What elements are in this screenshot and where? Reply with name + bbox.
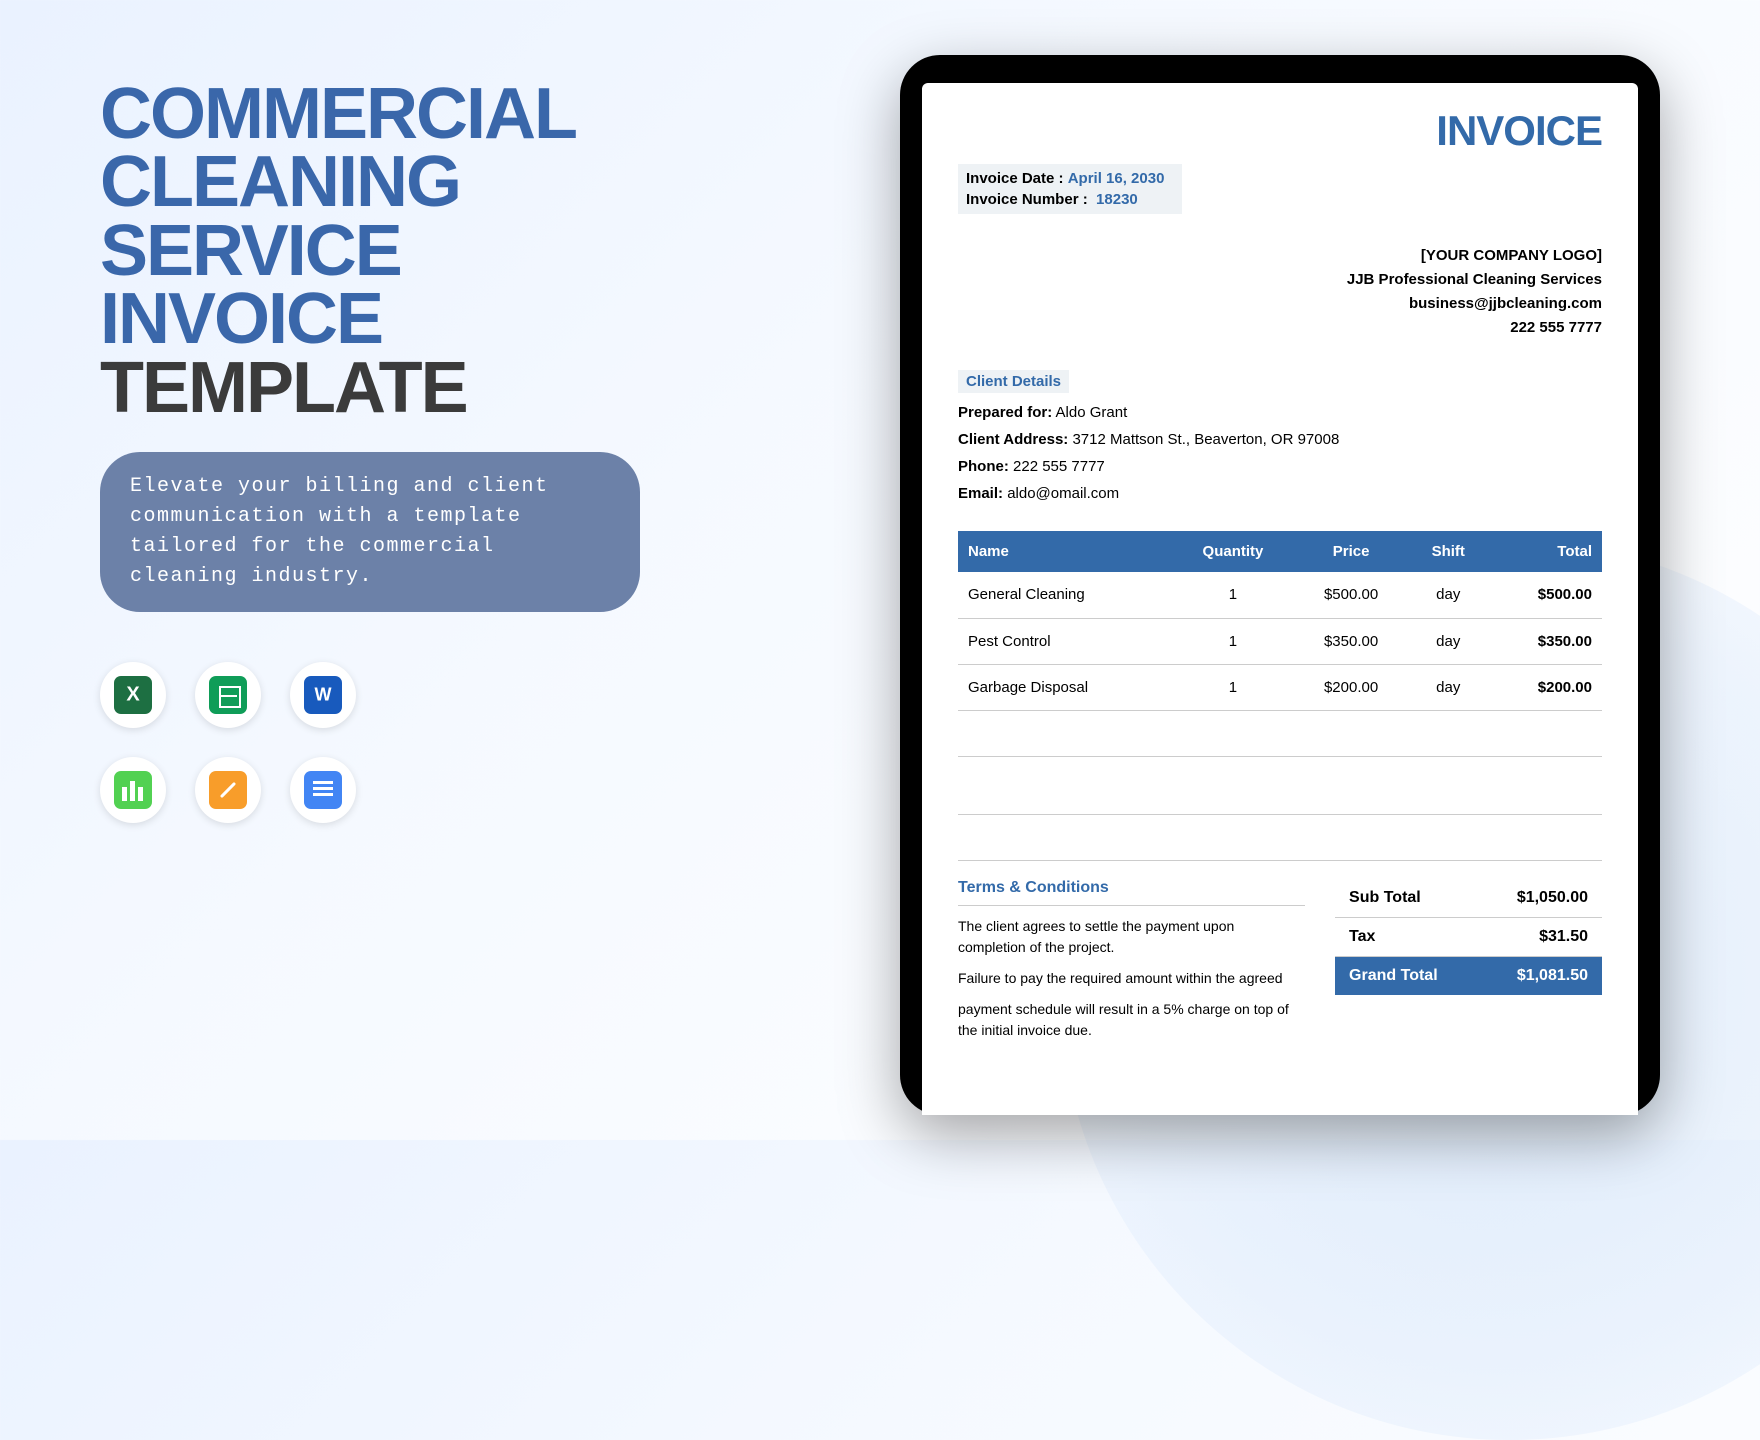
subtotal-label: Sub Total [1349,889,1421,907]
terms-p3: payment schedule will result in a 5% cha… [958,999,1305,1041]
grand-total-value: $1,081.50 [1517,967,1588,985]
format-icons-grid [100,662,640,827]
company-phone: 222 555 7777 [958,316,1602,340]
title-line-1: COMMERCIAL [100,80,640,148]
invoice-heading: INVOICE [1436,107,1602,155]
title-line-2: CLEANING [100,148,640,216]
col-name: Name [958,531,1171,572]
client-details-header: Client Details [958,370,1069,393]
client-email: aldo@omail.com [1007,485,1119,502]
client-name: Aldo Grant [1056,404,1128,421]
company-name: JJB Professional Cleaning Services [958,268,1602,292]
terms-block: Terms & Conditions The client agrees to … [958,879,1305,1041]
sheets-icon [209,676,247,714]
sheets-format[interactable] [195,662,261,728]
invoice-number-label: Invoice Number : [966,191,1088,208]
client-phone-label: Phone: [958,458,1009,475]
client-address: 3712 Mattson St., Beaverton, OR 97008 [1072,431,1339,448]
table-row-empty [958,710,1602,756]
title-line-3: SERVICE [100,217,640,285]
line-items-table: Name Quantity Price Shift Total General … [958,531,1602,861]
pages-format[interactable] [195,757,261,823]
client-email-label: Email: [958,485,1003,502]
terms-header: Terms & Conditions [958,879,1305,906]
table-row: Garbage Disposal 1 $200.00 day $200.00 [958,664,1602,710]
col-price: Price [1295,531,1408,572]
totals-block: Sub Total $1,050.00 Tax $31.50 Grand Tot… [1335,879,1602,1041]
tax-row: Tax $31.50 [1335,918,1602,957]
docs-format[interactable] [290,757,356,823]
subtotal-row: Sub Total $1,050.00 [1335,879,1602,918]
company-email: business@jjbcleaning.com [958,292,1602,316]
excel-format[interactable] [100,662,166,728]
invoice-preview: INVOICE Invoice Date : April 16, 2030 In… [922,83,1638,1115]
word-icon [304,676,342,714]
tagline: Elevate your billing and client communic… [100,452,640,612]
subtotal-value: $1,050.00 [1517,889,1588,907]
table-row: General Cleaning 1 $500.00 day $500.00 [958,572,1602,618]
tax-label: Tax [1349,928,1375,946]
company-block: [YOUR COMPANY LOGO] JJB Professional Cle… [958,244,1602,340]
table-row: Pest Control 1 $350.00 day $350.00 [958,618,1602,664]
grand-total-row: Grand Total $1,081.50 [1335,957,1602,995]
invoice-number-value: 18230 [1096,191,1138,208]
invoice-info-box: Invoice Date : April 16, 2030 Invoice Nu… [958,164,1182,214]
word-format[interactable] [290,662,356,728]
grand-total-label: Grand Total [1349,967,1438,985]
invoice-date-value: April 16, 2030 [1068,170,1165,187]
numbers-format[interactable] [100,757,166,823]
prepared-for-label: Prepared for: [958,404,1052,421]
docs-icon [304,771,342,809]
col-total: Total [1489,531,1602,572]
col-shift: Shift [1408,531,1489,572]
left-panel: COMMERCIAL CLEANING SERVICE INVOICE TEMP… [100,80,640,827]
col-qty: Quantity [1171,531,1294,572]
numbers-icon [114,771,152,809]
pages-icon [209,771,247,809]
table-row-empty [958,814,1602,860]
company-logo-placeholder: [YOUR COMPANY LOGO] [958,244,1602,268]
client-phone: 222 555 7777 [1013,458,1105,475]
terms-p1: The client agrees to settle the payment … [958,916,1305,958]
title-line-5: TEMPLATE [100,354,640,422]
terms-p2: Failure to pay the required amount withi… [958,968,1305,989]
invoice-date-label: Invoice Date : [966,170,1064,187]
title-line-4: INVOICE [100,285,640,353]
bottom-section: Terms & Conditions The client agrees to … [958,879,1602,1041]
table-row-empty [958,756,1602,814]
excel-icon [114,676,152,714]
tax-value: $31.50 [1539,928,1588,946]
client-address-label: Client Address: [958,431,1068,448]
tablet-frame: INVOICE Invoice Date : April 16, 2030 In… [900,55,1660,1115]
client-details: Prepared for: Aldo Grant Client Address:… [958,399,1602,507]
